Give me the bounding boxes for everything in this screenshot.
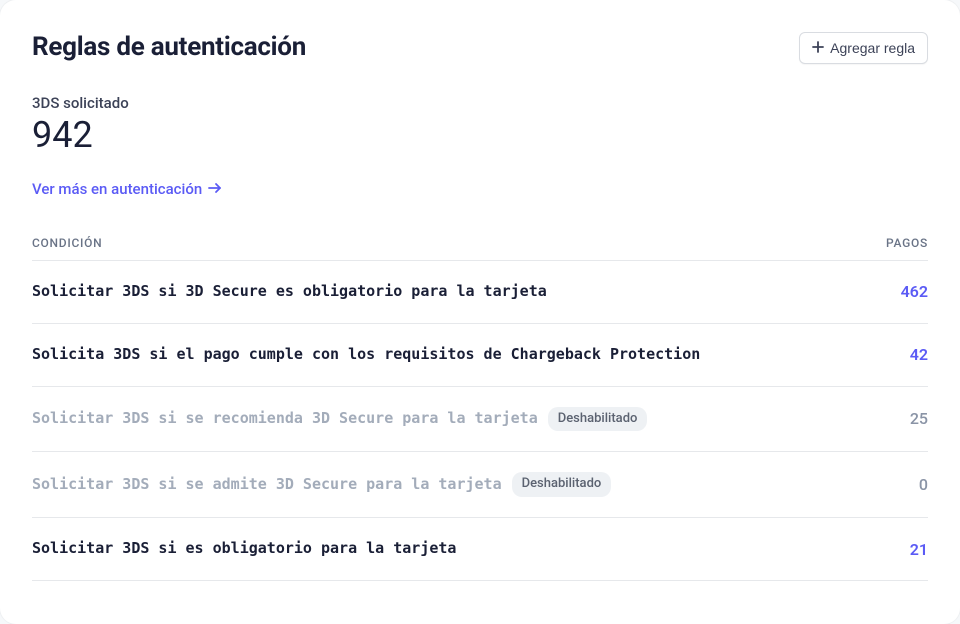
disabled-badge: Deshabilitado [512,472,612,497]
condition-cell: Solicita 3DS si el pago cumple con los r… [32,344,700,366]
page-title: Reglas de autenticación [32,32,306,62]
stat-value: 942 [32,114,928,156]
rules-table: CONDICIÓN PAGOS Solicitar 3DS si 3D Secu… [32,236,928,581]
add-rule-label: Agregar regla [830,40,915,56]
col-condition: CONDICIÓN [32,236,102,250]
payments-cell: 0 [878,475,928,494]
payments-cell: 462 [878,282,928,301]
condition-cell: Solicitar 3DS si 3D Secure es obligatori… [32,281,547,303]
condition-text: Solicitar 3DS si se recomienda 3D Secure… [32,408,538,430]
add-rule-button[interactable]: Agregar regla [799,32,928,64]
disabled-badge: Deshabilitado [548,407,648,432]
condition-text: Solicita 3DS si el pago cumple con los r… [32,344,700,366]
table-body: Solicitar 3DS si 3D Secure es obligatori… [32,261,928,581]
condition-text: Solicitar 3DS si es obligatorio para la … [32,538,456,560]
condition-cell: Solicitar 3DS si se admite 3D Secure par… [32,472,611,497]
table-header: CONDICIÓN PAGOS [32,236,928,261]
payments-cell: 21 [878,540,928,559]
view-more-link[interactable]: Ver más en autenticación [32,180,222,198]
table-row[interactable]: Solicitar 3DS si es obligatorio para la … [32,518,928,581]
table-row[interactable]: Solicitar 3DS si se admite 3D Secure par… [32,452,928,518]
table-row[interactable]: Solicitar 3DS si se recomienda 3D Secure… [32,387,928,453]
condition-text: Solicitar 3DS si se admite 3D Secure par… [32,474,502,496]
header-row: Reglas de autenticación Agregar regla [32,32,928,64]
col-payments: PAGOS [886,236,928,250]
plus-icon [812,40,824,56]
arrow-right-icon [208,180,222,198]
condition-cell: Solicitar 3DS si se recomienda 3D Secure… [32,407,647,432]
table-row[interactable]: Solicitar 3DS si 3D Secure es obligatori… [32,261,928,324]
condition-text: Solicitar 3DS si 3D Secure es obligatori… [32,281,547,303]
auth-rules-panel: Reglas de autenticación Agregar regla 3D… [0,0,960,624]
table-row[interactable]: Solicita 3DS si el pago cumple con los r… [32,324,928,387]
payments-cell: 42 [878,345,928,364]
condition-cell: Solicitar 3DS si es obligatorio para la … [32,538,456,560]
view-more-text: Ver más en autenticación [32,180,202,198]
payments-cell: 25 [878,409,928,428]
stat-label: 3DS solicitado [32,94,928,112]
